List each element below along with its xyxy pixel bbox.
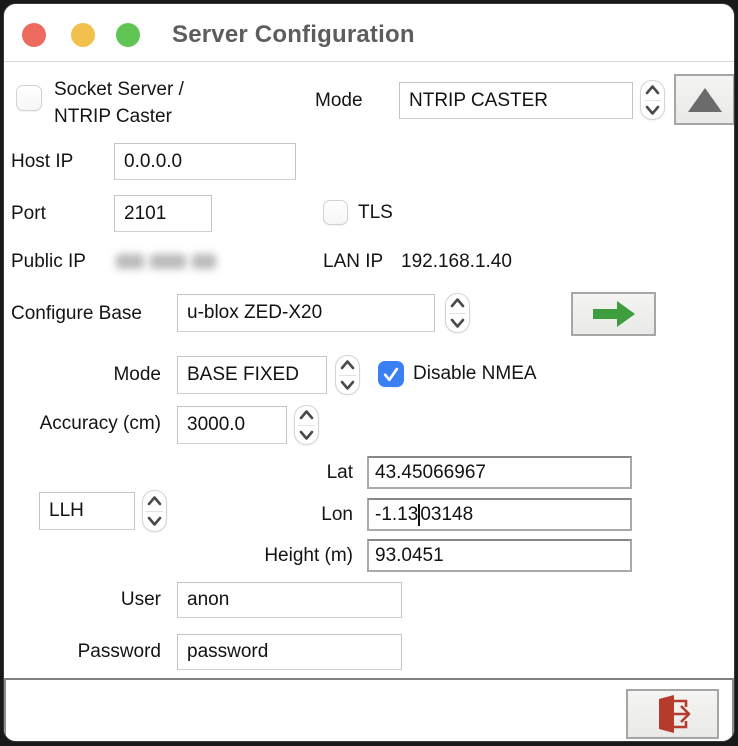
host-ip-label: Host IP	[11, 151, 74, 172]
title-bar: Server Configuration	[4, 4, 734, 62]
chevron-up-icon	[450, 298, 465, 308]
height-label: Height (m)	[264, 544, 353, 566]
collapse-panel-button[interactable]	[674, 74, 734, 125]
height-input[interactable]	[367, 539, 632, 572]
zoom-window-button[interactable]	[116, 23, 140, 47]
lan-ip-value: 192.168.1.40	[401, 251, 512, 272]
checkmark-icon	[383, 367, 399, 382]
chevron-up-icon	[147, 495, 162, 506]
arrow-right-icon	[592, 301, 635, 327]
user-label: User	[120, 589, 161, 610]
mode-stepper[interactable]	[640, 80, 665, 120]
lon-value-after-caret: 03148	[420, 503, 474, 525]
chevron-down-icon	[645, 105, 660, 115]
socket-server-label-line1: Socket Server /	[54, 79, 184, 100]
exit-door-icon	[658, 695, 690, 733]
chevron-up-icon	[340, 360, 355, 370]
chevron-down-icon	[299, 430, 314, 440]
window-title: Server Configuration	[172, 21, 415, 48]
accuracy-stepper[interactable]	[294, 405, 319, 445]
host-ip-input[interactable]	[114, 143, 296, 180]
base-mode-label: Mode	[113, 364, 161, 385]
socket-server-label: Socket Server / NTRIP Caster	[54, 76, 184, 130]
configure-base-label: Configure Base	[11, 303, 142, 324]
mode-label: Mode	[315, 90, 363, 111]
tls-label: TLS	[358, 201, 393, 223]
accuracy-label: Accuracy (cm)	[39, 413, 161, 434]
configure-base-stepper[interactable]	[445, 293, 470, 333]
close-window-button[interactable]	[22, 23, 46, 47]
lan-ip-label: LAN IP	[323, 251, 384, 272]
chevron-down-icon	[450, 318, 465, 328]
base-mode-stepper[interactable]	[335, 355, 360, 395]
port-input[interactable]	[114, 195, 212, 232]
user-input[interactable]	[177, 582, 402, 618]
port-label: Port	[11, 203, 46, 224]
status-bar	[4, 678, 734, 741]
lon-label: Lon	[321, 503, 353, 525]
lon-input[interactable]: -1.13 03148	[367, 498, 632, 531]
triangle-up-icon	[687, 87, 722, 112]
password-input[interactable]	[177, 634, 402, 670]
lat-input[interactable]	[367, 456, 632, 489]
exit-button[interactable]	[626, 689, 719, 739]
lat-label: Lat	[326, 461, 353, 483]
disable-nmea-label: Disable NMEA	[413, 363, 537, 384]
configure-base-input[interactable]	[177, 294, 435, 332]
public-ip-value-redacted	[116, 254, 216, 269]
socket-server-label-line2: NTRIP Caster	[54, 106, 172, 127]
chevron-up-icon	[645, 85, 660, 95]
socket-server-checkbox[interactable]	[16, 85, 42, 111]
base-mode-input[interactable]	[177, 356, 327, 394]
minimize-window-button[interactable]	[71, 23, 95, 47]
public-ip-label: Public IP	[11, 251, 86, 272]
disable-nmea-checkbox[interactable]	[378, 361, 404, 387]
mode-input[interactable]	[399, 82, 633, 119]
coord-format-stepper[interactable]	[142, 490, 167, 532]
tls-checkbox[interactable]	[323, 200, 348, 225]
lon-value-before-caret: -1.13	[375, 503, 419, 525]
coord-format-input[interactable]	[39, 492, 135, 530]
chevron-down-icon	[340, 380, 355, 390]
send-base-config-button[interactable]	[571, 292, 656, 336]
accuracy-input[interactable]	[177, 406, 287, 444]
chevron-down-icon	[147, 516, 162, 527]
password-label: Password	[77, 641, 161, 662]
server-configuration-window: Server Configuration Socket Server / NTR…	[3, 3, 735, 742]
chevron-up-icon	[299, 410, 314, 420]
